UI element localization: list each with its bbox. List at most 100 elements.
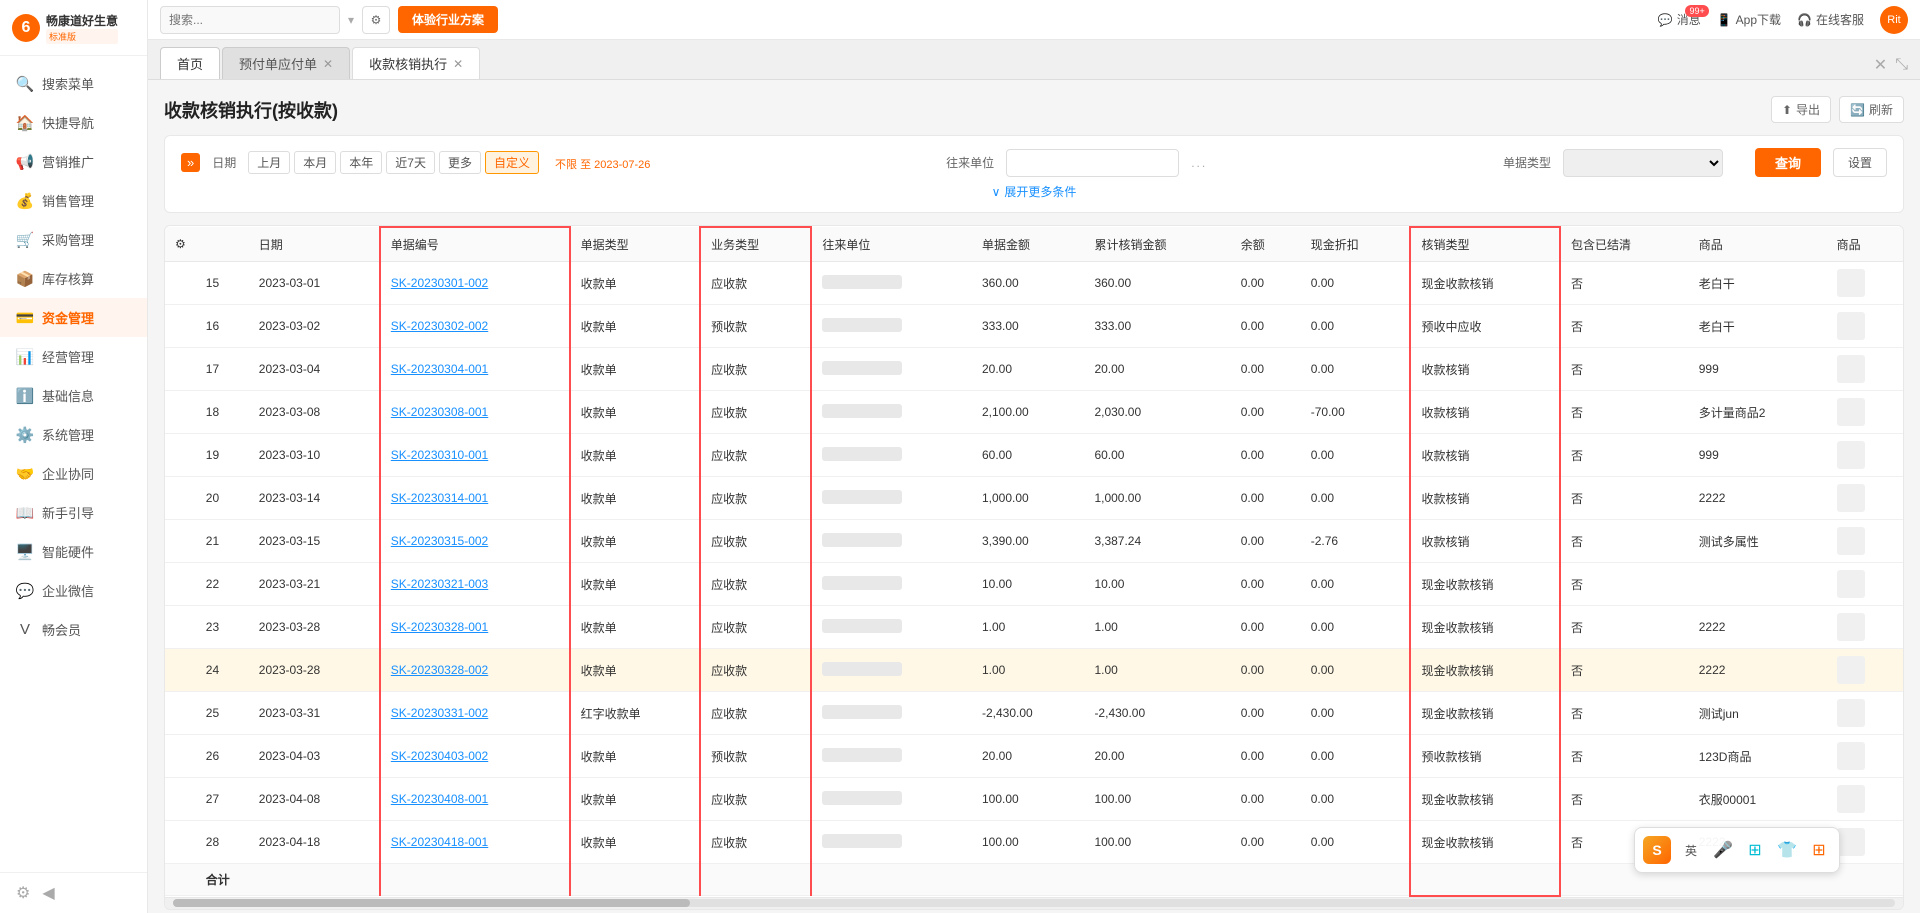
cell-voucher-type: 收款单	[570, 305, 700, 348]
partner-dots: ...	[1191, 156, 1207, 170]
voucher-no-link[interactable]: SK-20230403-002	[391, 749, 488, 763]
filter-settings-button[interactable]: 设置	[1833, 148, 1887, 177]
expand-more-conditions[interactable]: ∨ 展开更多条件	[181, 183, 1887, 200]
voucher-no-link[interactable]: SK-20230331-002	[391, 706, 488, 720]
col-balance-header: 余额	[1231, 227, 1301, 262]
sidebar-item-system[interactable]: ⚙️系统管理	[0, 415, 147, 454]
tab-collection-close[interactable]: ✕	[453, 57, 463, 71]
voucher-no-link[interactable]: SK-20230304-001	[391, 362, 488, 376]
date-btn-custom[interactable]: 自定义	[485, 151, 539, 174]
voucher-no-link[interactable]: SK-20230315-002	[391, 534, 488, 548]
chevron-down-icon: ∨	[992, 185, 1001, 199]
industry-plan-button[interactable]: 体验行业方案	[398, 6, 498, 33]
cell-cash-discount: -70.00	[1301, 391, 1411, 434]
user-avatar[interactable]: Rit	[1880, 6, 1908, 34]
date-btn-this-year[interactable]: 本年	[340, 151, 382, 174]
cell-no: 23	[196, 606, 249, 649]
sidebar-item-basics[interactable]: ℹ️基础信息	[0, 376, 147, 415]
float-s-logo: S	[1643, 836, 1671, 864]
voucher-type-select[interactable]	[1563, 149, 1723, 177]
voucher-no-link[interactable]: SK-20230418-001	[391, 835, 488, 849]
cell-no: 28	[196, 821, 249, 864]
sidebar-item-guide[interactable]: 📖新手引导	[0, 493, 147, 532]
sidebar-icon-member: V	[16, 621, 34, 639]
refresh-button[interactable]: 🔄 刷新	[1839, 96, 1904, 123]
topbar-right: 💬 消息 99+ 📱 App下载 🎧 在线客服 Rit	[1658, 6, 1908, 34]
partner-filter-input[interactable]	[1006, 149, 1179, 177]
sidebar-item-purchase[interactable]: 🛒采购管理	[0, 220, 147, 259]
table-body: 15 2023-03-01 SK-20230301-002 收款单 应收款 36…	[165, 262, 1903, 896]
float-icon-grid[interactable]: ⊞	[1743, 838, 1767, 862]
tab-home-label: 首页	[177, 54, 203, 73]
cell-date: 2023-03-10	[249, 434, 380, 477]
sidebar-item-member[interactable]: V畅会员	[0, 610, 147, 649]
cell-settings	[165, 262, 196, 305]
voucher-no-link[interactable]: SK-20230408-001	[391, 792, 488, 806]
sidebar-item-enterprise[interactable]: 🤝企业协同	[0, 454, 147, 493]
export-button[interactable]: ⬆ 导出	[1771, 96, 1831, 123]
float-icon-apps[interactable]: ⊞	[1807, 838, 1831, 862]
sidebar-item-quicknav[interactable]: 🏠快捷导航	[0, 103, 147, 142]
float-icon-mic[interactable]: 🎤	[1711, 838, 1735, 862]
page-content: 收款核销执行(按收款) ⬆ 导出 🔄 刷新 » 日期 上月	[148, 80, 1920, 913]
sidebar-item-inventory[interactable]: 📦库存核算	[0, 259, 147, 298]
sidebar-item-search[interactable]: 🔍搜索菜单	[0, 64, 147, 103]
voucher-no-link[interactable]: SK-20230301-002	[391, 276, 488, 290]
voucher-no-link[interactable]: SK-20230308-001	[391, 405, 488, 419]
sidebar-icon-wechat: 💬	[16, 582, 34, 600]
date-btn-last-month[interactable]: 上月	[248, 151, 290, 174]
tab-expand-icon[interactable]: ⤡	[1895, 56, 1908, 74]
table-row: 23 2023-03-28 SK-20230328-001 收款单 应收款 1.…	[165, 606, 1903, 649]
tab-prepay[interactable]: 预付单应付单 ✕	[222, 47, 350, 79]
voucher-no-link[interactable]: SK-20230328-002	[391, 663, 488, 677]
collapse-footer-icon[interactable]: ◀	[42, 883, 54, 903]
notification-button[interactable]: 💬 消息 99+	[1658, 11, 1701, 28]
date-btn-this-month[interactable]: 本月	[294, 151, 336, 174]
query-button[interactable]: 查询	[1755, 148, 1821, 177]
cell-product-img	[1827, 606, 1903, 649]
data-table-wrap: ⚙ 日期 单据编号 单据类型 业务类型 往来单位 单据金额 累计核销金额 余额 …	[164, 225, 1904, 910]
tab-collection[interactable]: 收款核销执行 ✕	[352, 47, 480, 79]
sidebar-item-finance[interactable]: 💳资金管理	[0, 298, 147, 337]
float-icon-text[interactable]: 英	[1679, 838, 1703, 862]
cell-cash-discount: 0.00	[1301, 262, 1411, 305]
topbar-gear-button[interactable]: ⚙	[362, 6, 390, 34]
col-settings[interactable]: ⚙	[165, 227, 196, 262]
voucher-no-link[interactable]: SK-20230310-001	[391, 448, 488, 462]
filter-collapse-btn[interactable]: »	[181, 153, 200, 172]
sidebar-item-marketing[interactable]: 📢营销推广	[0, 142, 147, 181]
sidebar-item-sales[interactable]: 💰销售管理	[0, 181, 147, 220]
sidebar-item-operations[interactable]: 📊经营管理	[0, 337, 147, 376]
cell-amount: 2,100.00	[972, 391, 1084, 434]
cell-accum-cancel: 20.00	[1084, 348, 1230, 391]
app-download-button[interactable]: 📱 App下载	[1717, 11, 1781, 28]
horizontal-scrollbar[interactable]	[173, 899, 1895, 907]
table-row: 15 2023-03-01 SK-20230301-002 收款单 应收款 36…	[165, 262, 1903, 305]
voucher-no-link[interactable]: SK-20230328-001	[391, 620, 488, 634]
voucher-type-label: 单据类型	[1503, 154, 1551, 171]
total-discount-cell	[1301, 864, 1411, 896]
sidebar-item-wechat[interactable]: 💬企业微信	[0, 571, 147, 610]
online-service-button[interactable]: 🎧 在线客服	[1797, 11, 1864, 28]
tab-close-all-icon[interactable]: ✕	[1874, 55, 1887, 75]
voucher-no-link[interactable]: SK-20230314-001	[391, 491, 488, 505]
date-btn-7days[interactable]: 近7天	[386, 151, 435, 174]
cell-accum-cancel: 10.00	[1084, 563, 1230, 606]
topbar-search-input[interactable]	[160, 6, 340, 34]
tab-prepay-close[interactable]: ✕	[323, 57, 333, 71]
cell-amount: 333.00	[972, 305, 1084, 348]
cell-date: 2023-03-01	[249, 262, 380, 305]
voucher-no-link[interactable]: SK-20230321-003	[391, 577, 488, 591]
voucher-no-link[interactable]: SK-20230302-002	[391, 319, 488, 333]
cell-product: 123D商品	[1689, 735, 1827, 778]
sidebar-label-finance: 资金管理	[42, 308, 94, 327]
float-icon-shirt[interactable]: 👕	[1775, 838, 1799, 862]
sidebar-item-hardware[interactable]: 🖥️智能硬件	[0, 532, 147, 571]
app-logo-icon: 6	[12, 14, 40, 42]
tab-home[interactable]: 首页	[160, 47, 220, 79]
notification-icon: 💬	[1658, 13, 1673, 27]
settings-footer-icon[interactable]: ⚙	[16, 883, 30, 903]
cell-cancel-type: 收款核销	[1410, 520, 1559, 563]
date-btn-more[interactable]: 更多	[439, 151, 481, 174]
cell-biz-type: 应收款	[700, 434, 811, 477]
